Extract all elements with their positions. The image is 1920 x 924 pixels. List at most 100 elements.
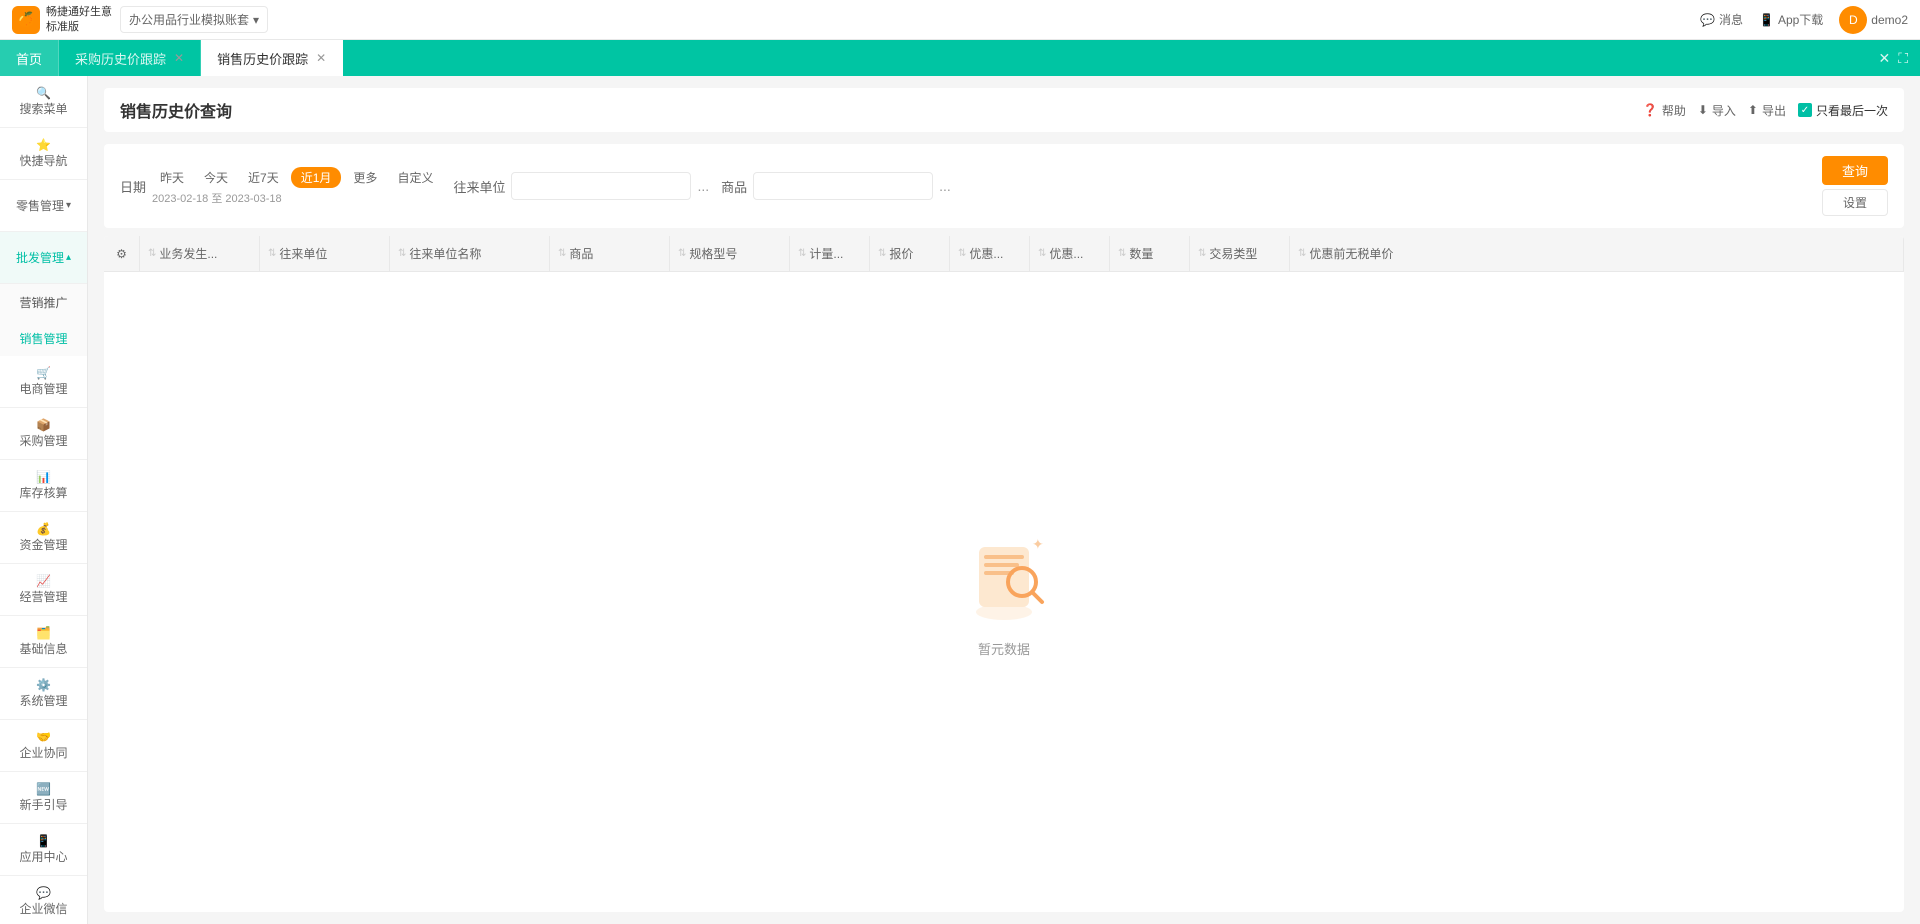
sidebar-item-search-menu[interactable]: 🔍 搜索菜单 [0, 76, 87, 128]
gear-icon: ⚙ [116, 247, 127, 261]
sidebar-item-purchase[interactable]: 📦 采购管理 [0, 408, 87, 460]
chevron-up-icon: ▴ [66, 252, 71, 263]
import-button[interactable]: ⬇ 导入 [1698, 102, 1736, 119]
header-left: 🍊 畅捷通好生意 标准版 办公用品行业模拟账套 ▾ [12, 5, 268, 34]
sidebar-item-basic-info[interactable]: 🗂️ 基础信息 [0, 616, 87, 668]
message-button[interactable]: 💬 消息 [1700, 11, 1743, 28]
tab-fullscreen-btn[interactable]: ⛶ [1898, 50, 1908, 67]
th-partner-name[interactable]: ⇅ 往来单位名称 [390, 236, 550, 271]
product-filter-group: 商品 ... [721, 172, 951, 200]
import-label: 导入 [1712, 102, 1736, 119]
date-filter-group: 日期 昨天 今天 近7天 近1月 更多 自定义 2023-02-18 至 202… [120, 167, 441, 206]
tab-purchase-history-label: 采购历史价跟踪 [75, 49, 166, 68]
sidebar-item-marketing[interactable]: 营销推广 [0, 284, 87, 320]
date-tab-last7days[interactable]: 近7天 [240, 167, 287, 188]
sort-icon-discount1: ⇅ [958, 248, 966, 259]
empty-text: 暂元数据 [978, 639, 1030, 658]
sidebar-marketing-label: 营销推广 [19, 294, 67, 311]
help-button[interactable]: ❓ 帮助 [1643, 102, 1686, 119]
sidebar: 🔍 搜索菜单 ⭐ 快捷导航 零售管理 ▾ 批发管理 ▴ 营销推广 销售管理 🛒 … [0, 76, 88, 924]
sidebar-collab-label: 企业协同 [19, 744, 67, 761]
sort-icon-notax-price: ⇅ [1298, 248, 1306, 259]
date-tab-more[interactable]: 更多 [345, 167, 385, 188]
page-content: 销售历史价查询 ❓ 帮助 ⬇ 导入 ⬆ 导出 ✓ [88, 76, 1920, 924]
app-download-button[interactable]: 📱 App下载 [1759, 11, 1823, 28]
sort-icon-partner-code: ⇅ [268, 248, 276, 259]
th-qty[interactable]: ⇅ 数量 [1110, 236, 1190, 271]
product-input-area: ... [753, 172, 951, 200]
tab-close-all-btn[interactable]: ✕ [1878, 50, 1890, 67]
user-area[interactable]: D demo2 [1839, 6, 1908, 34]
page-actions: ❓ 帮助 ⬇ 导入 ⬆ 导出 ✓ 只看最后一次 [1643, 102, 1888, 119]
tab-purchase-history-close[interactable]: ✕ [174, 51, 184, 65]
query-button[interactable]: 查询 [1822, 156, 1888, 185]
partner-dots-btn[interactable]: ... [697, 178, 709, 194]
app-selector[interactable]: 办公用品行业模拟账套 ▾ [120, 6, 268, 33]
date-tab-last1month[interactable]: 近1月 [291, 167, 342, 188]
main-layout: 🔍 搜索菜单 ⭐ 快捷导航 零售管理 ▾ 批发管理 ▴ 营销推广 销售管理 🛒 … [0, 76, 1920, 924]
th-trade-type[interactable]: ⇅ 交易类型 [1190, 236, 1290, 271]
sidebar-quicknav-label: 快捷导航 [19, 152, 67, 169]
app-center-icon: 📱 [36, 834, 51, 848]
sidebar-item-collab[interactable]: 🤝 企业协同 [0, 720, 87, 772]
product-dots-btn[interactable]: ... [939, 178, 951, 194]
th-qty-label: 数量 [1129, 245, 1153, 262]
tab-purchase-history[interactable]: 采购历史价跟踪 ✕ [59, 40, 201, 76]
page-title: 销售历史价查询 [120, 98, 232, 122]
date-tab-custom[interactable]: 自定义 [389, 167, 441, 188]
sidebar-finance-label: 资金管理 [19, 536, 67, 553]
tab-home[interactable]: 首页 [0, 40, 59, 76]
nav-icon: ⭐ [36, 138, 51, 152]
th-price[interactable]: ⇅ 报价 [870, 236, 950, 271]
product-input[interactable] [753, 172, 933, 200]
sidebar-item-quick-nav[interactable]: ⭐ 快捷导航 [0, 128, 87, 180]
tab-sales-history-close[interactable]: ✕ [316, 51, 326, 65]
export-button[interactable]: ⬆ 导出 [1748, 102, 1786, 119]
date-filter-label: 日期 [120, 177, 146, 196]
sidebar-item-inventory[interactable]: 📊 库存核算 [0, 460, 87, 512]
sidebar-item-wechat[interactable]: 💬 企业微信 [0, 876, 87, 924]
tab-sales-history[interactable]: 销售历史价跟踪 ✕ [201, 40, 343, 76]
th-product[interactable]: ⇅ 商品 [550, 236, 670, 271]
only-last-checkbox-area[interactable]: ✓ 只看最后一次 [1798, 102, 1888, 119]
chevron-down-icon: ▾ [66, 200, 71, 211]
sidebar-item-ecommerce[interactable]: 🛒 电商管理 [0, 356, 87, 408]
settings-button[interactable]: 设置 [1822, 189, 1888, 216]
ecommerce-icon: 🛒 [36, 366, 51, 380]
logo-text: 畅捷通好生意 标准版 [46, 5, 112, 34]
partner-input-area: ... [511, 172, 709, 200]
filter-area: 日期 昨天 今天 近7天 近1月 更多 自定义 2023-02-18 至 202… [104, 144, 1904, 228]
sidebar-item-guide[interactable]: 🆕 新手引导 [0, 772, 87, 824]
sidebar-retail-label: 零售管理 [16, 197, 64, 214]
th-notax-price[interactable]: ⇅ 优惠前无税单价 [1290, 236, 1904, 271]
sidebar-item-sales-mgmt[interactable]: 销售管理 [0, 320, 87, 356]
basic-icon: 🗂️ [36, 626, 51, 640]
sidebar-item-retail-mgmt[interactable]: 零售管理 ▾ [0, 180, 87, 232]
th-biz-date[interactable]: ⇅ 业务发生... [140, 236, 260, 271]
tab-bar: 首页 采购历史价跟踪 ✕ 销售历史价跟踪 ✕ ✕ ⛶ [0, 40, 1920, 76]
date-tab-today[interactable]: 今天 [196, 167, 236, 188]
app-logo-icon: 🍊 [12, 6, 40, 34]
sidebar-system-label: 系统管理 [19, 692, 67, 709]
sidebar-item-app-center[interactable]: 📱 应用中心 [0, 824, 87, 876]
sidebar-item-system[interactable]: ⚙️ 系统管理 [0, 668, 87, 720]
sidebar-item-wholesale-mgmt[interactable]: 批发管理 ▴ [0, 232, 87, 284]
th-unit[interactable]: ⇅ 计量... [790, 236, 870, 271]
partner-input[interactable] [511, 172, 691, 200]
th-partner-code[interactable]: ⇅ 往来单位 [260, 236, 390, 271]
sidebar-item-finance[interactable]: 💰 资金管理 [0, 512, 87, 564]
th-discount1[interactable]: ⇅ 优惠... [950, 236, 1030, 271]
th-discount2[interactable]: ⇅ 优惠... [1030, 236, 1110, 271]
date-tab-yesterday[interactable]: 昨天 [152, 167, 192, 188]
table-header: ⚙ ⇅ 业务发生... ⇅ 往来单位 ⇅ 往来单位名称 [104, 236, 1904, 272]
top-header: 🍊 畅捷通好生意 标准版 办公用品行业模拟账套 ▾ 💬 消息 📱 App下载 D… [0, 0, 1920, 40]
sidebar-inventory-label: 库存核算 [19, 484, 67, 501]
th-gear[interactable]: ⚙ [104, 236, 140, 271]
download-icon: 📱 [1759, 13, 1774, 27]
th-spec[interactable]: ⇅ 规格型号 [670, 236, 790, 271]
th-unit-label: 计量... [809, 245, 843, 262]
sidebar-item-operations[interactable]: 📈 经营管理 [0, 564, 87, 616]
sidebar-wechat-label: 企业微信 [19, 900, 67, 917]
th-price-label: 报价 [889, 245, 913, 262]
sort-icon-qty: ⇅ [1118, 248, 1126, 259]
